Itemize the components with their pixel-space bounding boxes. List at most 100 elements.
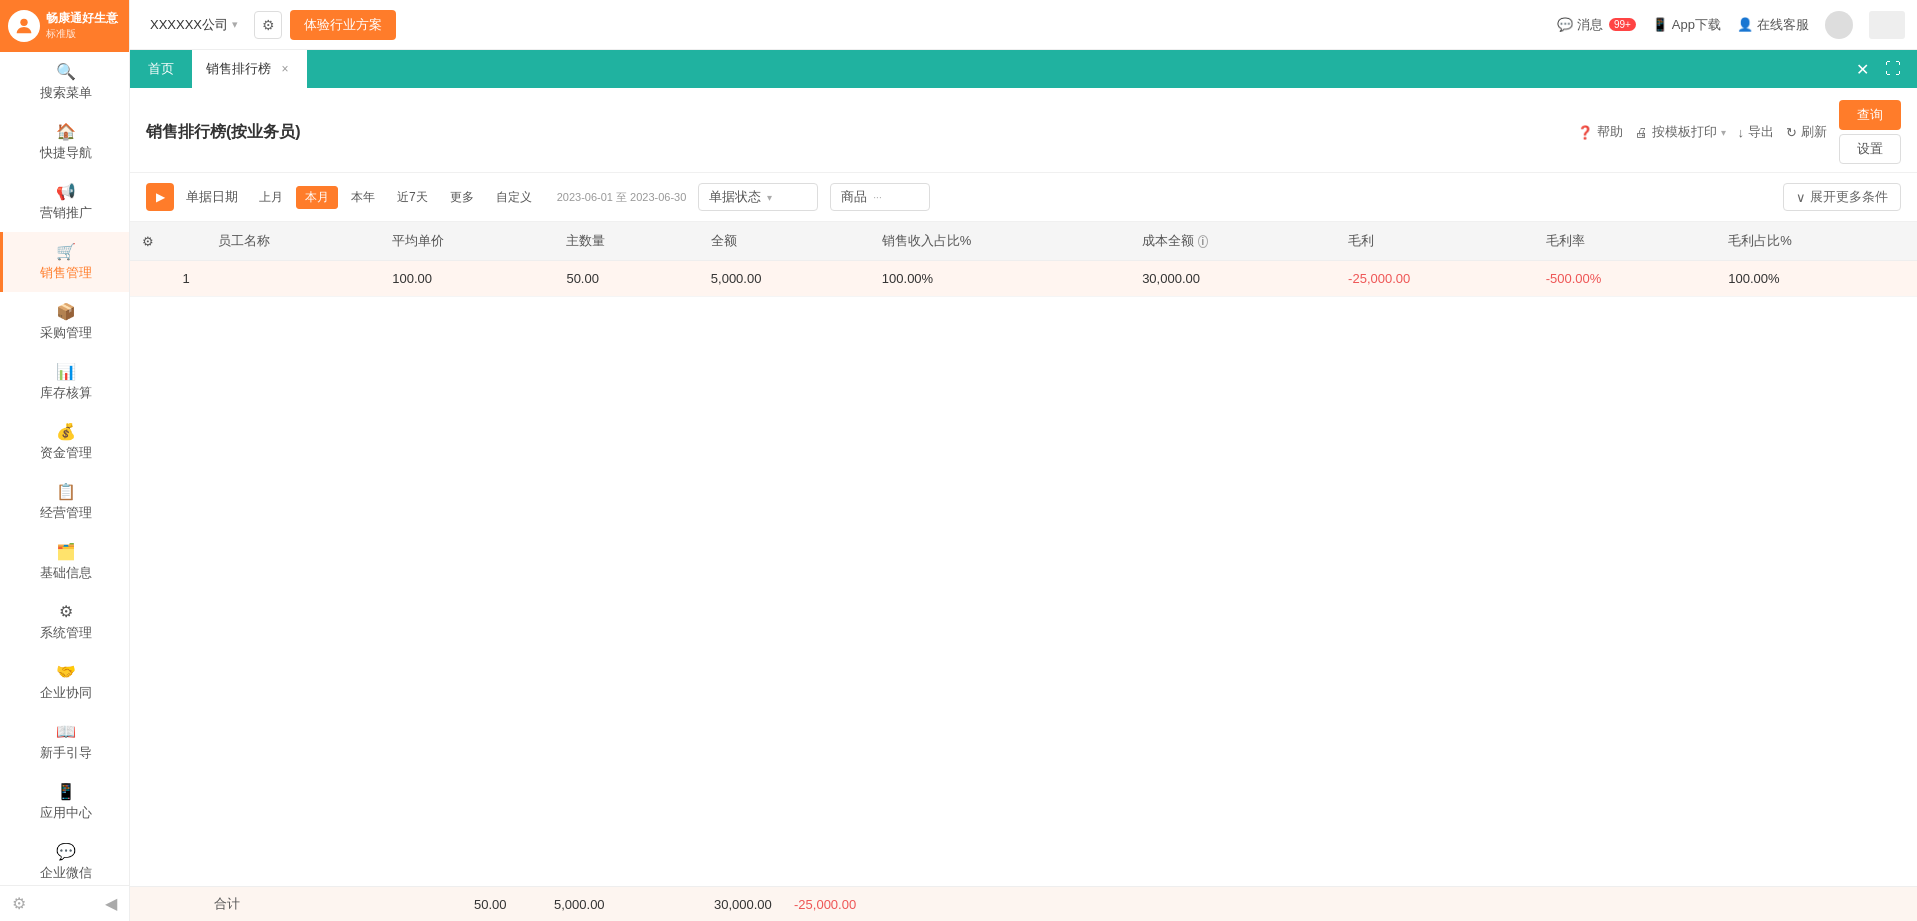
status-filter-label: 单据状态 (709, 188, 761, 206)
settings-icon[interactable]: ⚙ (12, 894, 26, 913)
sidebar-item-guide[interactable]: 📖新手引导 (0, 712, 129, 772)
sidebar-item-search[interactable]: 🔍搜索菜单 (0, 52, 129, 112)
sidebar-item-appstore[interactable]: 📱 应用中心 (0, 772, 129, 832)
sidebar-label-inventory: 库存核算 (40, 384, 92, 402)
row-profit-0: -25,000.00 (1336, 261, 1534, 297)
query-button[interactable]: 查询 (1839, 100, 1901, 130)
row-margin-0: -500.00% (1534, 261, 1717, 297)
sidebar-label-quick: 快捷导航 (40, 144, 92, 162)
sidebar-nav: 🔍搜索菜单🏠快捷导航📢营销推广🛒销售管理📦采购管理 📊 库存核算 💰资金管理📋经营管理… (0, 52, 129, 885)
trial-button[interactable]: 体验行业方案 (290, 10, 396, 40)
company-name: XXXXXX公司 (150, 16, 228, 34)
app-download-button[interactable]: 📱 App下载 (1652, 16, 1721, 34)
col-cost-header: 成本全额 i (1130, 222, 1336, 261)
settings-button[interactable]: 设置 (1839, 134, 1901, 164)
data-table: ⚙ 员工名称 平均单价 主数量 全额 销售收入占比% 成本全额 i 毛利 毛利率… (130, 222, 1917, 297)
date-this-year-button[interactable]: 本年 (342, 186, 384, 209)
col-margin-header: 毛利率 (1534, 222, 1717, 261)
collab-icon: 🤝 (56, 662, 76, 681)
sidebar-label-purchase: 采购管理 (40, 324, 92, 342)
tabbar-actions: ✕ ⛶ (1840, 58, 1917, 81)
tab-close-button[interactable]: × (277, 61, 293, 77)
topbar: XXXXXX公司 ▾ ⚙ 体验行业方案 💬 消息 99+ 📱 App下载 👤 在… (130, 0, 1917, 50)
row-cost-0: 30,000.00 (1130, 261, 1336, 297)
status-filter[interactable]: 单据状态 ▾ (698, 183, 818, 211)
date-prev-month-button[interactable]: 上月 (250, 186, 292, 209)
sidebar-item-operations[interactable]: 📋经营管理 (0, 472, 129, 532)
date-filter-label: 单据日期 (186, 188, 238, 206)
footer-qty: 50.00 (474, 897, 554, 912)
tab-fullscreen-icon[interactable]: ⛶ (1881, 58, 1905, 80)
row-gear-0 (130, 261, 166, 297)
sidebar-item-finance[interactable]: 💰资金管理 (0, 412, 129, 472)
sidebar-item-collab[interactable]: 🤝 企业协同 (0, 652, 129, 712)
tab-home[interactable]: 首页 (130, 50, 192, 88)
wechat-icon: 💬 (56, 842, 76, 861)
col-profit-pct-header: 毛利占比% (1716, 222, 1917, 261)
messages-button[interactable]: 💬 消息 99+ (1557, 16, 1636, 34)
date-more-button[interactable]: 更多 (441, 186, 483, 209)
row-avg-price-0: 100.00 (380, 261, 554, 297)
sidebar-item-basic[interactable]: 🗂️基础信息 (0, 532, 129, 592)
export-label: 导出 (1748, 123, 1774, 141)
sidebar-label-collab: 企业协同 (40, 684, 92, 702)
export-button[interactable]: ↓ 导出 (1738, 123, 1775, 141)
service-icon: 👤 (1737, 17, 1753, 32)
goods-filter[interactable]: 商品 ··· (830, 183, 930, 211)
sidebar-footer: ⚙ ◀ (0, 885, 129, 921)
page-header: 销售排行榜(按业务员) ❓ 帮助 🖨 按模板打印 ▾ ↓ 导出 (130, 88, 1917, 173)
print-button[interactable]: 🖨 按模板打印 ▾ (1635, 123, 1726, 141)
help-button[interactable]: ❓ 帮助 (1577, 123, 1623, 141)
system-icon: ⚙ (59, 602, 73, 621)
footer-profit: -25,000.00 (794, 897, 874, 912)
row-qty-0: 50.00 (554, 261, 698, 297)
row-profit-pct-0: 100.00% (1716, 261, 1917, 297)
appstore-icon: 📱 (56, 782, 76, 801)
date-buttons: 上月 本月 本年 近7天 更多 自定义 (250, 186, 541, 209)
topbar-gear-button[interactable]: ⚙ (254, 11, 282, 39)
page-content: 销售排行榜(按业务员) ❓ 帮助 🖨 按模板打印 ▾ ↓ 导出 (130, 88, 1917, 921)
sidebar-item-inventory[interactable]: 📊 库存核算 (0, 352, 129, 412)
sidebar-item-marketing[interactable]: 📢营销推广 (0, 172, 129, 232)
filter-collapse-button[interactable]: ▶ (146, 183, 174, 211)
print-label: 按模板打印 (1652, 123, 1717, 141)
page-title: 销售排行榜(按业务员) (146, 122, 1577, 143)
message-icon: 💬 (1557, 17, 1573, 32)
footer-total-label: 合计 (214, 895, 394, 913)
tab-sales-rank[interactable]: 销售排行榜 × (192, 50, 307, 88)
date-custom-button[interactable]: 自定义 (487, 186, 541, 209)
message-badge: 99+ (1609, 18, 1636, 31)
more-conditions-button[interactable]: ∨ 展开更多条件 (1783, 183, 1901, 211)
date-this-month-button[interactable]: 本月 (296, 186, 338, 209)
row-name-0 (206, 261, 380, 297)
tab-close-all-icon[interactable]: ✕ (1852, 58, 1873, 81)
sidebar-item-wechat[interactable]: 💬 企业微信 (0, 832, 129, 885)
sidebar-item-quick[interactable]: 🏠快捷导航 (0, 112, 129, 172)
company-selector[interactable]: XXXXXX公司 ▾ (142, 12, 246, 38)
refresh-button[interactable]: ↻ 刷新 (1786, 123, 1827, 141)
collapse-icon[interactable]: ◀ (105, 894, 117, 913)
sidebar-item-sales[interactable]: 🛒销售管理 (0, 232, 129, 292)
sidebar-label-wechat: 企业微信 (40, 864, 92, 882)
refresh-icon: ↻ (1786, 125, 1797, 140)
footer-amount: 5,000.00 (554, 897, 634, 912)
footer-cost: 30,000.00 (714, 897, 794, 912)
inner-page: 销售排行榜(按业务员) ❓ 帮助 🖨 按模板打印 ▾ ↓ 导出 (130, 88, 1917, 921)
sidebar-label-appstore: 应用中心 (40, 804, 92, 822)
main-area: XXXXXX公司 ▾ ⚙ 体验行业方案 💬 消息 99+ 📱 App下载 👤 在… (130, 0, 1917, 921)
sidebar-item-system[interactable]: ⚙系统管理 (0, 592, 129, 652)
online-service-button[interactable]: 👤 在线客服 (1737, 16, 1809, 34)
sidebar-label-guide: 新手引导 (40, 744, 92, 762)
inventory-icon: 📊 (56, 362, 76, 381)
sidebar-item-purchase[interactable]: 📦采购管理 (0, 292, 129, 352)
marketing-icon: 📢 (56, 182, 76, 201)
date-7days-button[interactable]: 近7天 (388, 186, 437, 209)
sidebar-label-sales: 销售管理 (40, 264, 92, 282)
company-dropdown-icon: ▾ (232, 18, 238, 31)
data-table-area: ⚙ 员工名称 平均单价 主数量 全额 销售收入占比% 成本全额 i 毛利 毛利率… (130, 222, 1917, 886)
help-label: 帮助 (1597, 123, 1623, 141)
user-avatar[interactable] (1825, 11, 1853, 39)
sidebar-label-operations: 经营管理 (40, 504, 92, 522)
search-icon: 🔍 (56, 62, 76, 81)
status-dropdown-icon: ▾ (767, 192, 772, 203)
